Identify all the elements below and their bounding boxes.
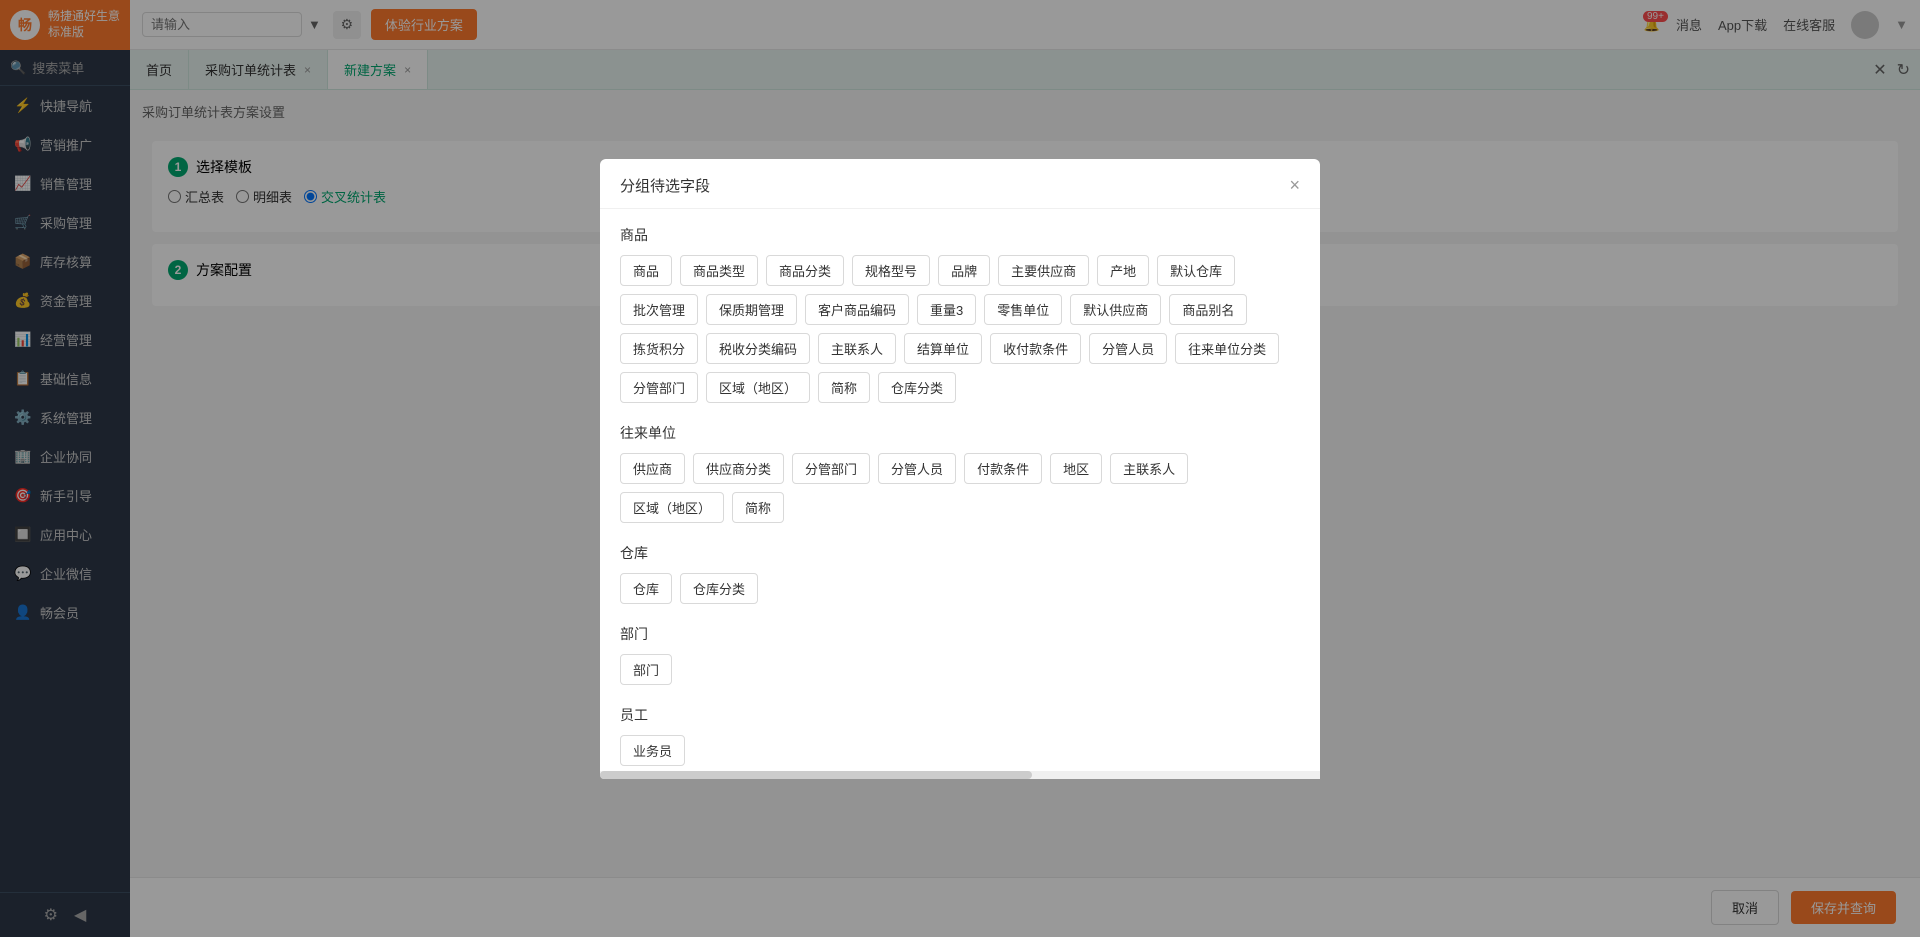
- field-section-title-staff: 员工: [620, 705, 1300, 725]
- field-tag[interactable]: 收付款条件: [990, 333, 1081, 364]
- horizontal-scrollbar-thumb: [600, 771, 1032, 779]
- field-tag[interactable]: 区域（地区）: [620, 492, 724, 523]
- field-tag[interactable]: 简称: [732, 492, 784, 523]
- field-tag[interactable]: 主要供应商: [998, 255, 1089, 286]
- field-tag[interactable]: 零售单位: [984, 294, 1062, 325]
- field-section-partner: 往来单位供应商供应商分类分管部门分管人员付款条件地区主联系人区域（地区） 简称: [620, 423, 1300, 523]
- field-tag[interactable]: 往来单位分类: [1175, 333, 1279, 364]
- field-section-warehouse: 仓库仓库仓库分类: [620, 543, 1300, 604]
- field-tag[interactable]: 主联系人: [818, 333, 896, 364]
- field-tag[interactable]: 区域（地区）: [706, 372, 810, 403]
- field-tag[interactable]: 商品类型: [680, 255, 758, 286]
- field-section-title-goods: 商品: [620, 225, 1300, 245]
- field-tag[interactable]: 税收分类编码: [706, 333, 810, 364]
- field-tag[interactable]: 拣货积分: [620, 333, 698, 364]
- field-tags-department: 部门: [620, 654, 1300, 685]
- field-section-title-partner: 往来单位: [620, 423, 1300, 443]
- field-tag[interactable]: 分管人员: [878, 453, 956, 484]
- field-tags-staff: 业务员: [620, 735, 1300, 766]
- field-tag[interactable]: 仓库分类: [878, 372, 956, 403]
- field-tag[interactable]: 分管部门: [792, 453, 870, 484]
- modal-header: 分组待选字段 ×: [600, 159, 1320, 209]
- field-tags-warehouse: 仓库仓库分类: [620, 573, 1300, 604]
- field-tag[interactable]: 保质期管理: [706, 294, 797, 325]
- field-tag[interactable]: 规格型号: [852, 255, 930, 286]
- field-tag[interactable]: 仓库分类: [680, 573, 758, 604]
- field-tag[interactable]: 仓库: [620, 573, 672, 604]
- modal-dialog: 分组待选字段 × 商品商品商品类型商品分类规格型号品牌主要供应商产地默认仓库批次…: [600, 159, 1320, 779]
- field-tag[interactable]: 供应商分类: [693, 453, 784, 484]
- field-tag[interactable]: 地区: [1050, 453, 1102, 484]
- field-tag[interactable]: 品牌: [938, 255, 990, 286]
- modal-title: 分组待选字段: [620, 175, 710, 196]
- field-tag[interactable]: 部门: [620, 654, 672, 685]
- field-tag[interactable]: 简称: [818, 372, 870, 403]
- modal-close-button[interactable]: ×: [1289, 175, 1300, 196]
- field-section-department: 部门部门: [620, 624, 1300, 685]
- modal-horizontal-scrollbar[interactable]: [600, 771, 1320, 779]
- field-tag[interactable]: 分管部门: [620, 372, 698, 403]
- field-section-title-warehouse: 仓库: [620, 543, 1300, 563]
- field-tag[interactable]: 商品别名: [1169, 294, 1247, 325]
- field-tag[interactable]: 商品: [620, 255, 672, 286]
- field-tags-goods: 商品商品类型商品分类规格型号品牌主要供应商产地默认仓库批次管理保质期管理客户商品…: [620, 255, 1300, 403]
- field-section-goods: 商品商品商品类型商品分类规格型号品牌主要供应商产地默认仓库批次管理保质期管理客户…: [620, 225, 1300, 403]
- modal-overlay: 分组待选字段 × 商品商品商品类型商品分类规格型号品牌主要供应商产地默认仓库批次…: [0, 0, 1920, 937]
- field-tag[interactable]: 业务员: [620, 735, 685, 766]
- field-tag[interactable]: 付款条件: [964, 453, 1042, 484]
- field-section-staff: 员工业务员: [620, 705, 1300, 766]
- modal-body[interactable]: 商品商品商品类型商品分类规格型号品牌主要供应商产地默认仓库批次管理保质期管理客户…: [600, 209, 1320, 771]
- field-tags-partner: 供应商供应商分类分管部门分管人员付款条件地区主联系人区域（地区） 简称: [620, 453, 1300, 523]
- field-tag[interactable]: 产地: [1097, 255, 1149, 286]
- field-tag[interactable]: 结算单位: [904, 333, 982, 364]
- field-tag[interactable]: 供应商: [620, 453, 685, 484]
- field-tag[interactable]: 分管人员: [1089, 333, 1167, 364]
- field-tag[interactable]: 批次管理: [620, 294, 698, 325]
- field-tag[interactable]: 重量3: [917, 294, 976, 325]
- field-tag[interactable]: 默认供应商: [1070, 294, 1161, 325]
- field-tag[interactable]: 商品分类: [766, 255, 844, 286]
- field-tag[interactable]: 客户商品编码: [805, 294, 909, 325]
- field-section-title-department: 部门: [620, 624, 1300, 644]
- field-tag[interactable]: 默认仓库: [1157, 255, 1235, 286]
- field-tag[interactable]: 主联系人: [1110, 453, 1188, 484]
